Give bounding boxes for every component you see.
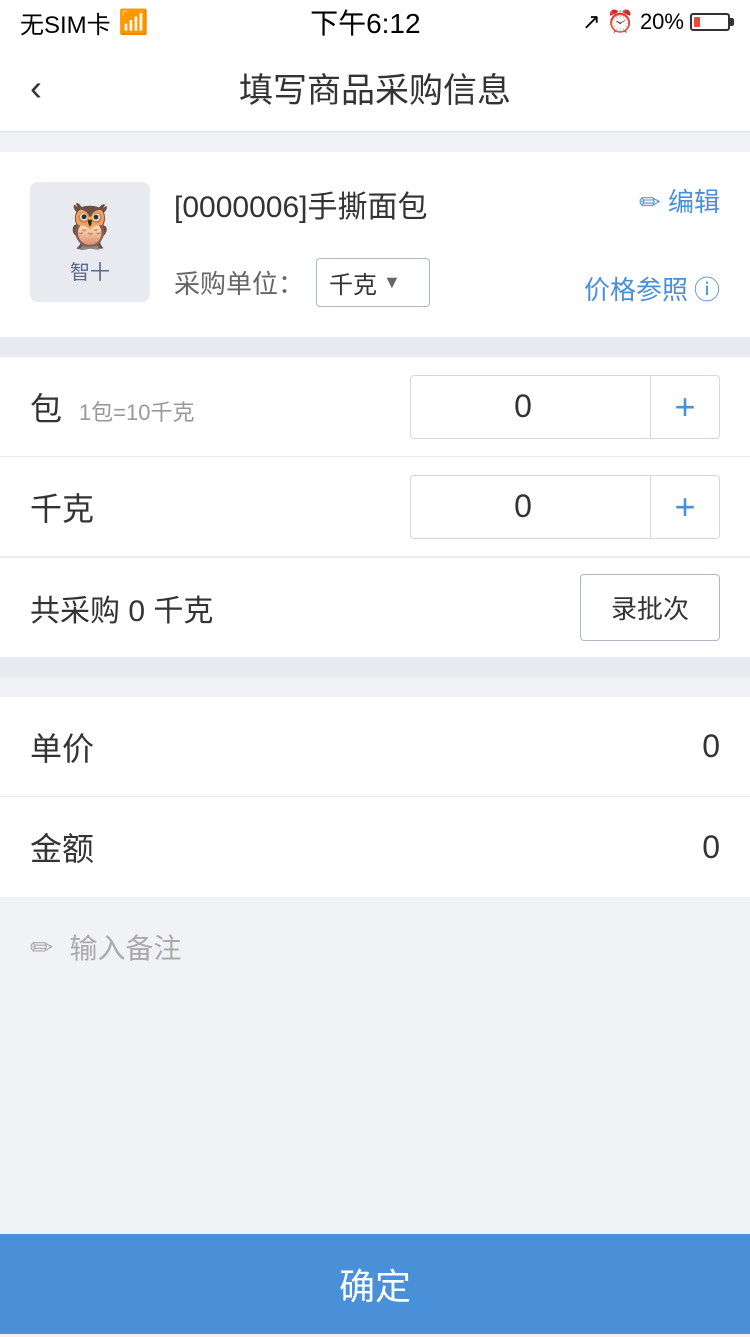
nav-bar: ‹ 填写商品采购信息 (0, 44, 750, 132)
batch-button[interactable]: 录批次 (580, 574, 720, 641)
carrier-label: 无SIM卡 (20, 5, 111, 40)
product-info: [0000006]手撕面包 ✏ 编辑 采购单位： 千克 ▼ 价格参照 ⓘ (174, 182, 720, 307)
price-section: 单价 0 金额 0 (0, 697, 750, 897)
product-name: [0000006]手撕面包 (174, 182, 427, 226)
unit-label: 采购单位： (174, 264, 304, 301)
section-divider-1 (0, 337, 750, 357)
product-image: 🦉 智十 (30, 182, 150, 302)
confirm-button[interactable]: 确定 (0, 1234, 750, 1334)
edit-button[interactable]: ✏ 编辑 (639, 182, 720, 219)
total-label: 共采购 0 千克 (30, 586, 213, 630)
bag-sub-label: 1包=10千克 (79, 400, 195, 425)
bag-input-right: + (194, 375, 720, 439)
product-card: 🦉 智十 [0000006]手撕面包 ✏ 编辑 采购单位： 千克 ▼ 价格参照 … (0, 152, 750, 337)
alarm-icon: ⏰ (607, 9, 634, 35)
notes-placeholder: 输入备注 (69, 927, 181, 967)
unit-arrow-icon: ▼ (383, 272, 401, 293)
battery-fill (694, 17, 700, 27)
status-bar: 无SIM卡 📶 下午6:12 ↗ ⏰ 20% (0, 0, 750, 44)
status-left: 无SIM卡 📶 (20, 5, 149, 40)
price-ref-label: 价格参照 (584, 270, 688, 307)
unit-price-label: 单价 (30, 724, 94, 770)
kg-input-right: + (150, 475, 720, 539)
total-row: 共采购 0 千克 录批次 (0, 557, 750, 657)
notes-icon: ✏ (30, 931, 53, 964)
unit-price-value: 0 (702, 728, 720, 765)
status-right: ↗ ⏰ 20% (582, 9, 730, 35)
bag-input-row: 包 1包=10千克 + (0, 357, 750, 457)
price-ref-button[interactable]: 价格参照 ⓘ (584, 270, 720, 307)
unit-price-row: 单价 0 (0, 697, 750, 797)
amount-label: 金额 (30, 824, 94, 870)
notes-section[interactable]: ✏ 输入备注 (0, 897, 750, 997)
amount-row: 金额 0 (0, 797, 750, 897)
product-owl-icon: 🦉 (63, 200, 118, 252)
page-title: 填写商品采购信息 (239, 63, 511, 112)
kg-input-row: 千克 + (0, 457, 750, 557)
battery-percent: 20% (640, 9, 684, 35)
wifi-icon: 📶 (119, 8, 149, 37)
input-section: 包 1包=10千克 + 千克 + (0, 357, 750, 557)
status-time: 下午6:12 (310, 2, 421, 42)
back-button[interactable]: ‹ (20, 57, 52, 119)
kg-plus-button[interactable]: + (650, 475, 720, 539)
section-divider-2 (0, 657, 750, 677)
amount-value: 0 (702, 829, 720, 866)
bag-quantity-input[interactable] (410, 375, 650, 439)
unit-dropdown[interactable]: 千克 ▼ (316, 258, 430, 307)
price-ref-icon: ⓘ (694, 270, 720, 307)
product-unit-row: 采购单位： 千克 ▼ (174, 258, 430, 307)
unit-value: 千克 (329, 265, 377, 300)
battery-icon (690, 13, 730, 31)
bag-plus-button[interactable]: + (650, 375, 720, 439)
product-brand: 智十 (70, 256, 110, 285)
kg-quantity-input[interactable] (410, 475, 650, 539)
location-icon: ↗ (582, 9, 600, 35)
bag-label: 包 1包=10千克 (30, 384, 194, 430)
kg-label: 千克 (30, 484, 150, 530)
